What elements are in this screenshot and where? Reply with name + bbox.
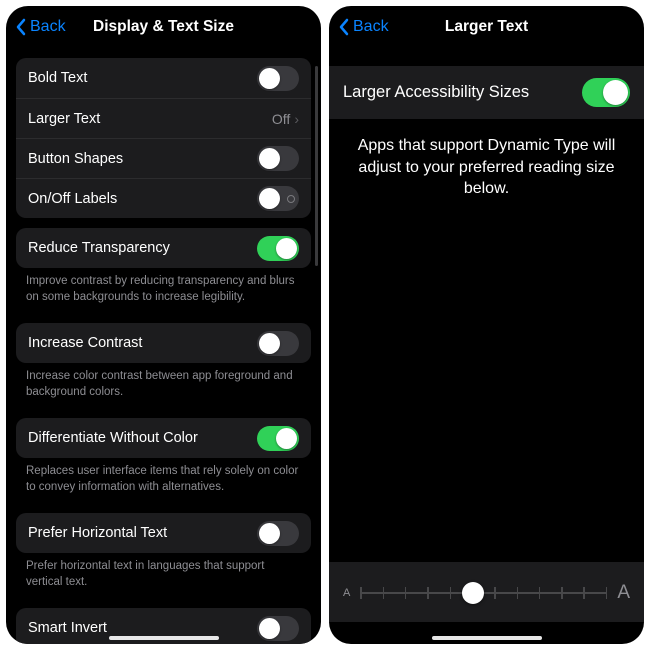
row-label: Smart Invert — [28, 620, 257, 636]
row-increase-contrast[interactable]: Increase Contrast — [16, 323, 311, 363]
row-label: Larger Text — [28, 111, 272, 127]
switch-larger-accessibility-sizes[interactable] — [582, 78, 630, 107]
letter-a-large-icon: A — [617, 582, 630, 604]
row-reduce-transparency[interactable]: Reduce Transparency — [16, 228, 311, 268]
navbar: Back Larger Text — [329, 6, 644, 48]
larger-text-content: Larger Accessibility Sizes Apps that sup… — [329, 48, 644, 644]
row-label: Larger Accessibility Sizes — [343, 83, 582, 102]
group-increase-contrast: Increase Contrast — [16, 323, 311, 363]
row-button-shapes[interactable]: Button Shapes — [16, 138, 311, 178]
row-on-off-labels[interactable]: On/Off Labels — [16, 178, 311, 218]
circle-icon — [287, 195, 295, 203]
row-label: Increase Contrast — [28, 335, 257, 351]
back-label: Back — [353, 18, 389, 36]
switch-horizontal-text[interactable] — [257, 521, 299, 546]
switch-differentiate[interactable] — [257, 426, 299, 451]
phone-larger-text: Back Larger Text Larger Accessibility Si… — [329, 6, 644, 644]
group-differentiate: Differentiate Without Color — [16, 418, 311, 458]
switch-smart-invert[interactable] — [257, 616, 299, 641]
switch-increase-contrast[interactable] — [257, 331, 299, 356]
row-label: Prefer Horizontal Text — [28, 525, 257, 541]
row-larger-text[interactable]: Larger Text Off › — [16, 98, 311, 138]
text-size-slider-panel: A A — [329, 562, 644, 622]
row-label: Button Shapes — [28, 151, 257, 167]
switch-button-shapes[interactable] — [257, 146, 299, 171]
row-horizontal-text[interactable]: Prefer Horizontal Text — [16, 513, 311, 553]
row-label: Differentiate Without Color — [28, 430, 257, 446]
settings-content: Bold Text Larger Text Off › Button Shape… — [6, 48, 321, 644]
back-button[interactable]: Back — [337, 18, 389, 36]
chevron-left-icon — [337, 18, 351, 36]
navbar: Back Display & Text Size — [6, 6, 321, 48]
row-label: Bold Text — [28, 70, 257, 86]
phone-display-text-size: Back Display & Text Size Bold Text Large… — [6, 6, 321, 644]
group-horizontal-text: Prefer Horizontal Text — [16, 513, 311, 553]
row-differentiate[interactable]: Differentiate Without Color — [16, 418, 311, 458]
switch-on-off-labels[interactable] — [257, 186, 299, 211]
footer-differentiate: Replaces user interface items that rely … — [6, 458, 321, 503]
text-size-slider[interactable] — [360, 583, 607, 603]
chevron-left-icon — [14, 18, 28, 36]
switch-reduce-transparency[interactable] — [257, 236, 299, 261]
slider-thumb[interactable] — [462, 582, 484, 604]
back-label: Back — [30, 18, 66, 36]
footer-reduce-transparency: Improve contrast by reducing transparenc… — [6, 268, 321, 313]
description-text: Apps that support Dynamic Type will adju… — [329, 119, 644, 216]
row-larger-accessibility-sizes[interactable]: Larger Accessibility Sizes — [329, 66, 644, 119]
switch-bold-text[interactable] — [257, 66, 299, 91]
letter-a-small-icon: A — [343, 587, 350, 599]
row-bold-text[interactable]: Bold Text — [16, 58, 311, 98]
chevron-right-icon: › — [294, 111, 299, 127]
group-reduce-transparency: Reduce Transparency — [16, 228, 311, 268]
footer-increase-contrast: Increase color contrast between app fore… — [6, 363, 321, 408]
back-button[interactable]: Back — [14, 18, 66, 36]
row-value: Off — [272, 111, 290, 127]
footer-horizontal-text: Prefer horizontal text in languages that… — [6, 553, 321, 598]
row-label: Reduce Transparency — [28, 240, 257, 256]
group-text-options: Bold Text Larger Text Off › Button Shape… — [16, 58, 311, 218]
row-label: On/Off Labels — [28, 191, 257, 207]
slider-ticks — [360, 587, 607, 599]
home-indicator[interactable] — [109, 636, 219, 640]
home-indicator[interactable] — [432, 636, 542, 640]
scrollbar[interactable] — [315, 66, 318, 266]
